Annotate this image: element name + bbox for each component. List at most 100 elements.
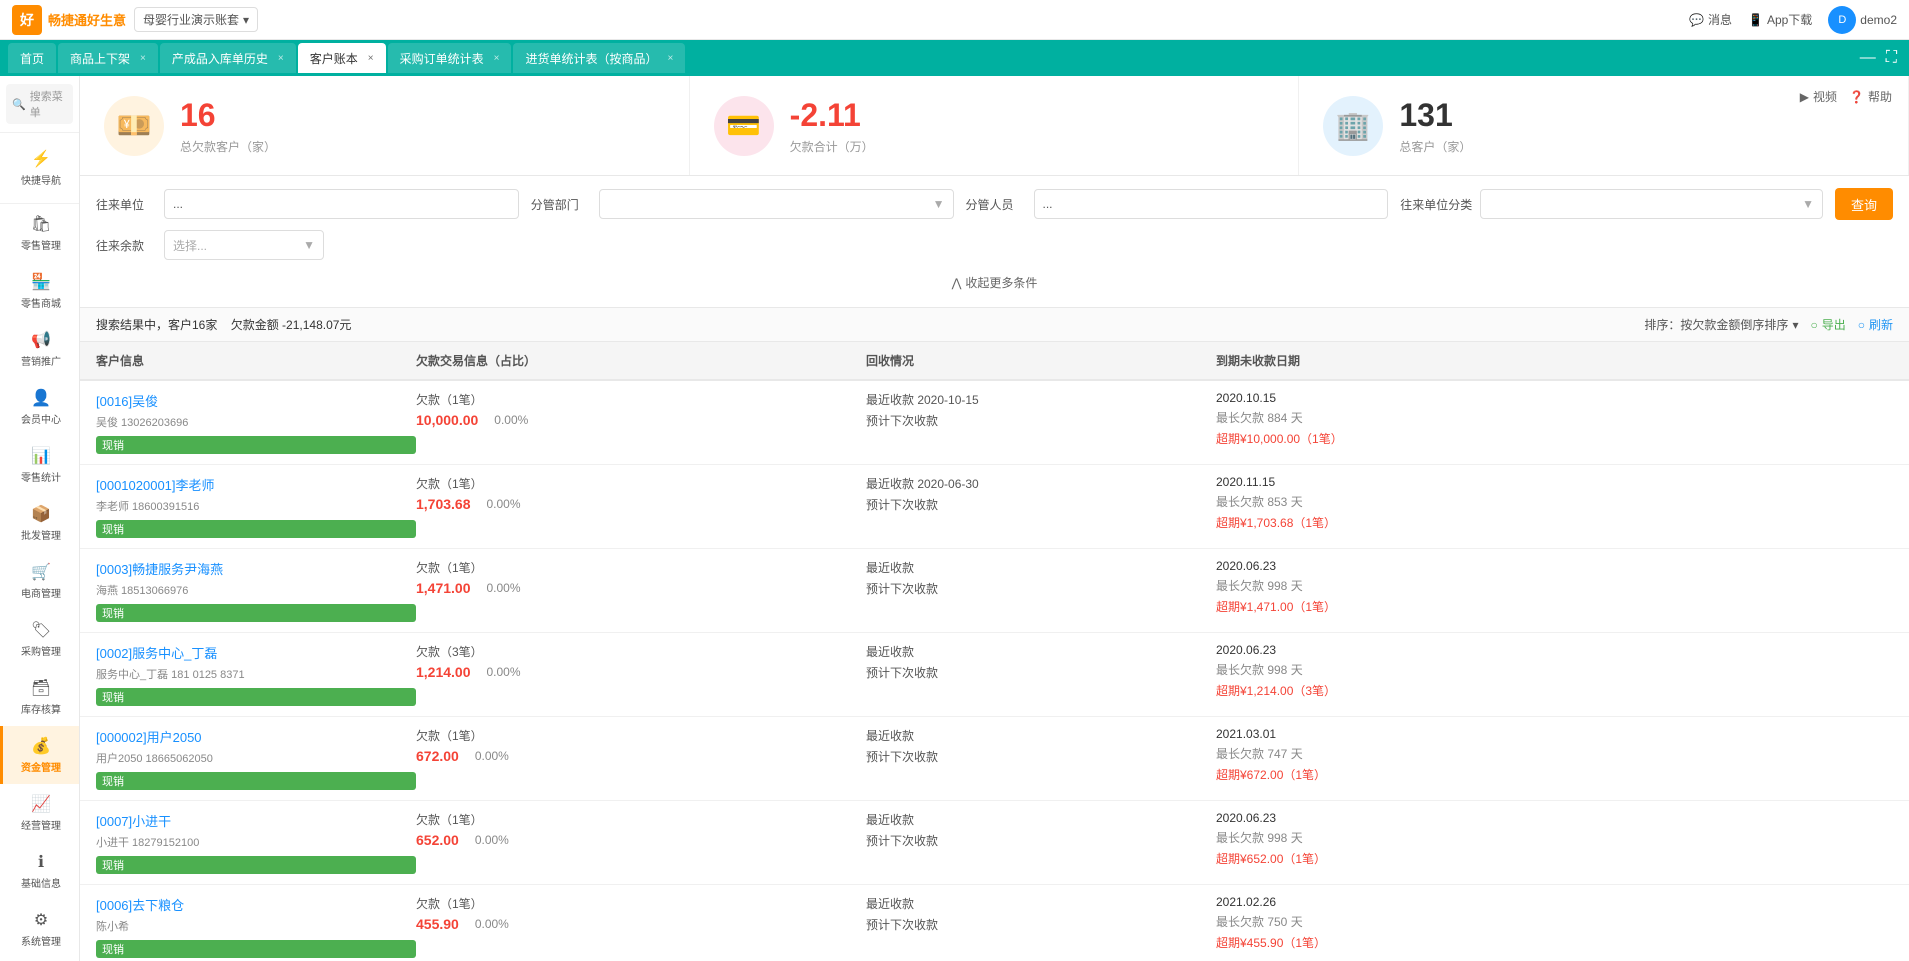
- debt-amount-2[interactable]: 1,471.00: [416, 580, 471, 596]
- tab-purchase-stats-close[interactable]: ×: [494, 53, 500, 64]
- customer-contact-6: 陈小希: [96, 918, 416, 934]
- debt-row-3: 1,214.00 0.00%: [416, 664, 866, 680]
- debt-count-2: 欠款（1笔）: [416, 559, 866, 576]
- sidebar-item-inventory[interactable]: 🗃 库存核算: [0, 668, 79, 726]
- overdue-amount-6[interactable]: 超期¥455.90（1笔）: [1216, 934, 1893, 951]
- filter-row-1: 往来单位 ... 分管部门 ▼ 分管人员 ...: [96, 188, 1893, 220]
- refresh-button[interactable]: ○ 刷新: [1858, 316, 1893, 333]
- customer-name-6[interactable]: [0006]去下粮仓: [96, 895, 416, 914]
- customer-name-1[interactable]: [0001020001]李老师: [96, 475, 416, 494]
- recovery-info-3: 最近收款 预计下次收款: [866, 643, 1216, 681]
- debt-amount-1[interactable]: 1,703.68: [416, 496, 471, 512]
- debt-count-6: 欠款（1笔）: [416, 895, 866, 912]
- stat-card-debt-amount: 💳 -2.11 欠款合计（万）: [690, 76, 1300, 175]
- tab-customer-ledger-close[interactable]: ×: [368, 53, 374, 64]
- tab-stock-history-close[interactable]: ×: [278, 53, 284, 64]
- recovery-info-6: 最近收款 预计下次收款: [866, 895, 1216, 933]
- nav-minimize-icon[interactable]: —: [1856, 49, 1880, 67]
- overdue-amount-2[interactable]: 超期¥1,471.00（1笔）: [1216, 598, 1893, 615]
- message-btn[interactable]: 💬 消息: [1689, 11, 1732, 28]
- overdue-amount-3[interactable]: 超期¥1,214.00（3笔）: [1216, 682, 1893, 699]
- filter-dept-select[interactable]: ▼: [599, 189, 954, 219]
- tab-stock-history-label: 产成品入库单历史: [172, 50, 268, 67]
- stat-info-amount: -2.11 欠款合计（万）: [790, 97, 874, 155]
- debt-amount-5[interactable]: 652.00: [416, 832, 459, 848]
- sidebar-item-marketing[interactable]: 📢 营销推广: [0, 320, 79, 378]
- sidebar-item-operations[interactable]: 📈 经营管理: [0, 784, 79, 842]
- sidebar-item-ecommerce[interactable]: 🛒 电商管理: [0, 552, 79, 610]
- sidebar-search-box[interactable]: 🔍 搜索菜单: [6, 84, 73, 124]
- finance-label: 资金管理: [21, 759, 61, 774]
- sidebar-item-quick-nav[interactable]: ⚡ 快捷导航: [0, 139, 79, 197]
- last-collect-1: 最近收款 2020-06-30: [866, 475, 1216, 492]
- customer-name-2[interactable]: [0003]畅捷服务尹海燕: [96, 559, 416, 578]
- col-header-customer: 客户信息: [96, 352, 416, 369]
- customer-name-4[interactable]: [000002]用户2050: [96, 727, 416, 746]
- sidebar-item-member[interactable]: 👤 会员中心: [0, 378, 79, 436]
- debt-percent-6: 0.00%: [475, 917, 509, 931]
- tab-inbound-stats[interactable]: 进货单统计表（按商品） ×: [513, 43, 685, 73]
- overdue-amount-5[interactable]: 超期¥652.00（1笔）: [1216, 850, 1893, 867]
- filter-unit-type-select[interactable]: ▼: [1480, 189, 1823, 219]
- debt-info-3: 欠款（3笔） 1,214.00 0.00%: [416, 643, 866, 680]
- message-label: 消息: [1708, 11, 1732, 28]
- sidebar-quick-nav[interactable]: ⚡ 快捷导航: [0, 133, 79, 204]
- sidebar-item-retail-mgmt[interactable]: 🛍 零售管理: [0, 204, 79, 262]
- tab-stock-history[interactable]: 产成品入库单历史 ×: [160, 43, 296, 73]
- retail-stats-icon: 📊: [31, 446, 51, 466]
- sidebar-item-purchase[interactable]: 🏷 采购管理: [0, 610, 79, 668]
- export-button[interactable]: ○ 导出: [1810, 316, 1845, 333]
- sidebar-item-retail-stats[interactable]: 📊 零售统计: [0, 436, 79, 494]
- tab-purchase-stats[interactable]: 采购订单统计表 ×: [388, 43, 512, 73]
- app-download-btn[interactable]: 📱 App下载: [1748, 11, 1812, 28]
- col-header-recovery: 回收情况: [866, 352, 1216, 369]
- customer-contact-0: 吴俊 13026203696: [96, 414, 416, 430]
- customer-name-0[interactable]: [0016]吴俊: [96, 391, 416, 410]
- overdue-amount-0[interactable]: 超期¥10,000.00（1笔）: [1216, 430, 1893, 447]
- overdue-amount-1[interactable]: 超期¥1,703.68（1笔）: [1216, 514, 1893, 531]
- sidebar-item-system[interactable]: ⚙ 系统管理: [0, 900, 79, 958]
- customer-name-3[interactable]: [0002]服务中心_丁磊: [96, 643, 416, 662]
- user-profile[interactable]: D demo2: [1828, 6, 1897, 34]
- stat-card-total-customers: 🏢 131 总客户（家） ▶ 视频 ❓ 帮助: [1299, 76, 1909, 175]
- overdue-days-3: 最长欠款 998 天: [1216, 661, 1893, 678]
- search-button[interactable]: 查询: [1835, 188, 1893, 220]
- marketing-label: 营销推广: [21, 353, 61, 368]
- table-row: [0016]吴俊 吴俊 13026203696 现销 欠款（1笔） 10,000…: [80, 381, 1909, 465]
- debt-amount-3[interactable]: 1,214.00: [416, 664, 471, 680]
- filter-source-unit-input[interactable]: ...: [164, 189, 519, 219]
- customer-info-3: [0002]服务中心_丁磊 服务中心_丁磊 181 0125 8371 现销: [96, 643, 416, 706]
- nav-expand-icon[interactable]: ⛶: [1882, 49, 1901, 67]
- debt-amount-6[interactable]: 455.90: [416, 916, 459, 932]
- company-selector[interactable]: 母婴行业演示账套 ▾: [134, 7, 258, 32]
- customer-name-5[interactable]: [0007]小进干: [96, 811, 416, 830]
- debt-row-0: 10,000.00 0.00%: [416, 412, 866, 428]
- debt-amount-0[interactable]: 10,000.00: [416, 412, 478, 428]
- help-btn[interactable]: ❓ 帮助: [1849, 88, 1892, 105]
- overdue-date-2: 2020.06.23: [1216, 559, 1893, 573]
- overdue-amount-4[interactable]: 超期¥672.00（1笔）: [1216, 766, 1893, 783]
- sidebar-item-basic-info[interactable]: ℹ 基础信息: [0, 842, 79, 900]
- tab-inbound-stats-close[interactable]: ×: [667, 53, 673, 64]
- video-btn[interactable]: ▶ 视频: [1800, 88, 1837, 105]
- top-bar-left: 好 畅捷通好生意 母婴行业演示账套 ▾: [12, 5, 258, 35]
- customer-contact-4: 用户2050 18665062050: [96, 750, 416, 766]
- sidebar-item-retail-mall[interactable]: 🏪 零售商城: [0, 262, 79, 320]
- customer-tag-6: 现销: [96, 940, 416, 958]
- tab-product-listing[interactable]: 商品上下架 ×: [58, 43, 158, 73]
- customer-tag-5: 现销: [96, 856, 416, 874]
- sort-selector[interactable]: 排序：按欠款金额倒序排序 ▾: [1644, 316, 1798, 333]
- overdue-info-4: 2021.03.01 最长欠款 747 天 超期¥672.00（1笔）: [1216, 727, 1893, 783]
- brand-logo: 好 畅捷通好生意: [12, 5, 126, 35]
- tab-home[interactable]: 首页: [8, 43, 56, 73]
- inventory-icon: 🗃: [31, 678, 51, 698]
- filter-balance-select[interactable]: 选择... ▼: [164, 230, 324, 260]
- debt-amount-4[interactable]: 672.00: [416, 748, 459, 764]
- sidebar-item-finance[interactable]: 💰 资金管理: [0, 726, 79, 784]
- tab-customer-ledger[interactable]: 客户账本 ×: [298, 43, 386, 73]
- sidebar-item-wholesale-mgmt[interactable]: 📦 批发管理: [0, 494, 79, 552]
- collapse-button[interactable]: ⋀ 收起更多条件: [96, 270, 1893, 295]
- top-bar: 好 畅捷通好生意 母婴行业演示账套 ▾ 💬 消息 📱 App下载 D demo2: [0, 0, 1909, 40]
- tab-product-listing-close[interactable]: ×: [140, 53, 146, 64]
- filter-manager-input[interactable]: ...: [1034, 189, 1389, 219]
